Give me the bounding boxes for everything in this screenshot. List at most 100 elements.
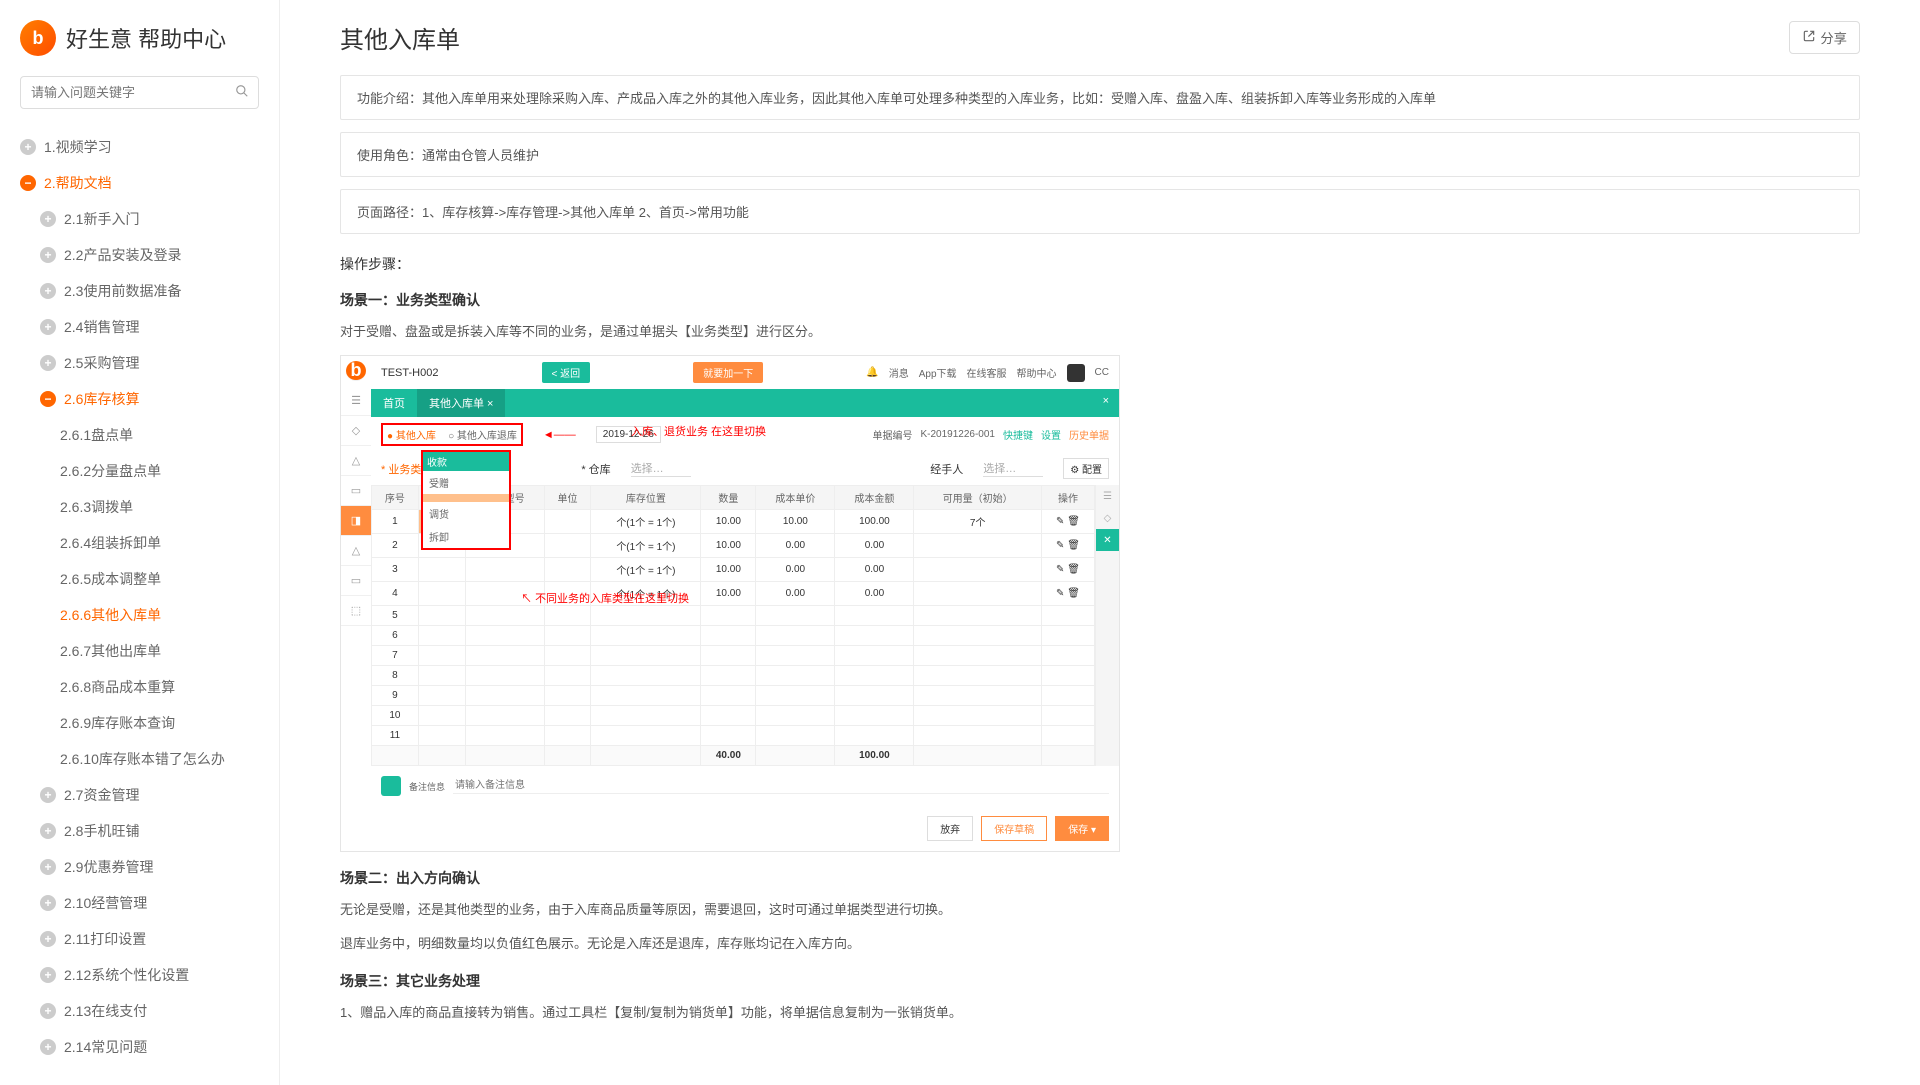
sidebar-item[interactable]: 2.6.10库存账本错了怎么办 bbox=[20, 741, 259, 777]
sidebar: b 好生意 帮助中心 1.视频学习 2.帮助文档 2.1新手入门 2.2产品安装及登录… bbox=[0, 0, 280, 1085]
scene2-text2: 退库业务中，明细数量均以负值红色展示。无论是入库还是退库，库存账均记在入库方向。 bbox=[340, 932, 1860, 955]
expand-icon[interactable] bbox=[40, 211, 56, 227]
expand-icon[interactable] bbox=[20, 139, 36, 155]
sidebar-item[interactable]: 2.11打印设置 bbox=[20, 921, 259, 957]
sidebar-item[interactable]: 2.4销售管理 bbox=[20, 309, 259, 345]
mock-draft-btn: 保存草稿 bbox=[981, 816, 1047, 841]
sidebar-item[interactable]: 2.帮助文档 bbox=[20, 165, 259, 201]
sidebar-item[interactable]: 2.6.9库存账本查询 bbox=[20, 705, 259, 741]
expand-icon[interactable] bbox=[40, 1003, 56, 1019]
sidebar-item[interactable]: 2.10经营管理 bbox=[20, 885, 259, 921]
mock-logo-icon: b bbox=[346, 361, 366, 381]
sidebar-item-label: 2.13在线支付 bbox=[64, 1001, 147, 1021]
sidebar-item[interactable]: 1.视频学习 bbox=[20, 129, 259, 165]
sidebar-item-label: 2.6.6其他入库单 bbox=[60, 605, 161, 625]
expand-icon[interactable] bbox=[40, 967, 56, 983]
collapse-icon[interactable] bbox=[20, 175, 36, 191]
sidebar-item[interactable]: 2.6.7其他出库单 bbox=[20, 633, 259, 669]
scene1-title: 场景一：业务类型确认 bbox=[340, 290, 1860, 310]
mock-side-rail: ☰ ◇ ✕ bbox=[1095, 485, 1119, 766]
sidebar-item[interactable]: 2.6库存核算 bbox=[20, 381, 259, 417]
sidebar-item[interactable]: 2.3使用前数据准备 bbox=[20, 273, 259, 309]
path-label: 页面路径： bbox=[357, 205, 422, 220]
sidebar-item[interactable]: 2.6.4组装拆卸单 bbox=[20, 525, 259, 561]
sidebar-item-label: 2.帮助文档 bbox=[44, 173, 112, 193]
search-input[interactable] bbox=[20, 76, 259, 109]
scene3-text1: 1、赠品入库的商品直接转为销售。通过工具栏【复制/复制为销货单】功能，将单据信息… bbox=[340, 1001, 1860, 1024]
mock-nav-icon-active: ◨ bbox=[341, 506, 371, 536]
sidebar-item[interactable]: 2.2产品安装及登录 bbox=[20, 237, 259, 273]
expand-icon[interactable] bbox=[40, 247, 56, 263]
sidebar-item[interactable]: 2.6.2分量盘点单 bbox=[20, 453, 259, 489]
path-text: 1、库存核算->库存管理->其他入库单 2、首页->常用功能 bbox=[422, 205, 749, 220]
sidebar-item-label: 2.12系统个性化设置 bbox=[64, 965, 189, 985]
mock-cancel-btn: 放弃 bbox=[927, 816, 973, 841]
mock-nav-icon: ◇ bbox=[341, 416, 371, 446]
sidebar-item[interactable]: 2.14常见问题 bbox=[20, 1029, 259, 1065]
mock-nav-icon: △ bbox=[341, 536, 371, 566]
sidebar-item[interactable]: 2.7资金管理 bbox=[20, 777, 259, 813]
search-icon[interactable] bbox=[235, 84, 249, 101]
sidebar-item[interactable]: 2.9优惠券管理 bbox=[20, 849, 259, 885]
sidebar-item[interactable]: 2.6.5成本调整单 bbox=[20, 561, 259, 597]
sidebar-item-label: 2.6库存核算 bbox=[64, 389, 139, 409]
mock-rail-icon: ✕ bbox=[1096, 529, 1119, 551]
sidebar-item[interactable]: 2.6.1盘点单 bbox=[20, 417, 259, 453]
sidebar-item-label: 2.6.7其他出库单 bbox=[60, 641, 161, 661]
expand-icon[interactable] bbox=[40, 355, 56, 371]
page-header: 其他入库单 分享 bbox=[340, 20, 1860, 55]
scene2-title: 场景二：出入方向确认 bbox=[340, 868, 1860, 888]
role-text: 通常由仓管人员维护 bbox=[422, 148, 539, 163]
expand-icon[interactable] bbox=[40, 895, 56, 911]
collapse-icon[interactable] bbox=[40, 391, 56, 407]
expand-icon[interactable] bbox=[40, 823, 56, 839]
mock-close-icon: × bbox=[1093, 389, 1119, 417]
mock-avatar-icon bbox=[1067, 364, 1085, 382]
sidebar-item[interactable]: 2.6.6其他入库单 bbox=[20, 597, 259, 633]
expand-icon[interactable] bbox=[40, 319, 56, 335]
share-button[interactable]: 分享 bbox=[1789, 21, 1860, 54]
expand-icon[interactable] bbox=[40, 283, 56, 299]
steps-label: 操作步骤： bbox=[340, 254, 1860, 274]
sidebar-item[interactable]: 2.5采购管理 bbox=[20, 345, 259, 381]
intro-label: 功能介绍： bbox=[357, 91, 422, 106]
info-box-role: 使用角色：通常由仓管人员维护 bbox=[340, 132, 1860, 177]
mock-toplinks: 🔔 消息 App下载 在线客服 帮助中心 CC bbox=[866, 364, 1109, 382]
sidebar-item[interactable]: 2.6.8商品成本重算 bbox=[20, 669, 259, 705]
expand-icon[interactable] bbox=[40, 787, 56, 803]
mock-nav-icon: ▭ bbox=[341, 476, 371, 506]
sidebar-item-label: 2.6.4组装拆卸单 bbox=[60, 533, 161, 553]
sidebar-item-label: 2.5采购管理 bbox=[64, 353, 139, 373]
expand-icon[interactable] bbox=[40, 859, 56, 875]
brand-logo: b bbox=[20, 20, 56, 56]
mock-bell-icon: 🔔 bbox=[866, 367, 878, 378]
share-icon bbox=[1802, 29, 1816, 46]
sidebar-item[interactable]: 2.12系统个性化设置 bbox=[20, 957, 259, 993]
mock-annotation-1: 入库、退货业务 在这里切换 bbox=[631, 423, 766, 439]
mock-rail-icon: ☰ bbox=[1096, 485, 1119, 507]
mock-tab-active: 其他入库单 × bbox=[417, 389, 505, 417]
sidebar-item[interactable]: 2.1新手入门 bbox=[20, 201, 259, 237]
mock-arrow-icon: ↖ bbox=[521, 593, 532, 605]
search-box bbox=[20, 76, 259, 109]
info-box-path: 页面路径：1、库存核算->库存管理->其他入库单 2、首页->常用功能 bbox=[340, 189, 1860, 234]
mock-memo-input bbox=[453, 778, 1109, 794]
sidebar-item[interactable]: 2.8手机旺铺 bbox=[20, 813, 259, 849]
sidebar-item-label: 2.2产品安装及登录 bbox=[64, 245, 181, 265]
sidebar-item-label: 2.6.3调拨单 bbox=[60, 497, 133, 517]
expand-icon[interactable] bbox=[40, 1039, 56, 1055]
main-content: 其他入库单 分享 功能介绍：其他入库单用来处理除采购入库、产成品入库之外的其他入… bbox=[280, 0, 1920, 1085]
sidebar-item-label: 2.6.10库存账本错了怎么办 bbox=[60, 749, 225, 769]
mock-nav-icon: ▭ bbox=[341, 566, 371, 596]
sidebar-item[interactable]: 2.6.3调拨单 bbox=[20, 489, 259, 525]
sidebar-item-label: 2.3使用前数据准备 bbox=[64, 281, 181, 301]
brand-title: 好生意 帮助中心 bbox=[66, 22, 226, 54]
mock-memo-icon bbox=[381, 776, 401, 796]
intro-text: 其他入库单用来处理除采购入库、产成品入库之外的其他入库业务，因此其他入库单可处理… bbox=[422, 91, 1436, 106]
expand-icon[interactable] bbox=[40, 931, 56, 947]
role-label: 使用角色： bbox=[357, 148, 422, 163]
sidebar-item-label: 2.6.5成本调整单 bbox=[60, 569, 161, 589]
sidebar-item-label: 2.6.2分量盘点单 bbox=[60, 461, 161, 481]
sidebar-item-label: 2.6.9库存账本查询 bbox=[60, 713, 175, 733]
sidebar-item[interactable]: 2.13在线支付 bbox=[20, 993, 259, 1029]
